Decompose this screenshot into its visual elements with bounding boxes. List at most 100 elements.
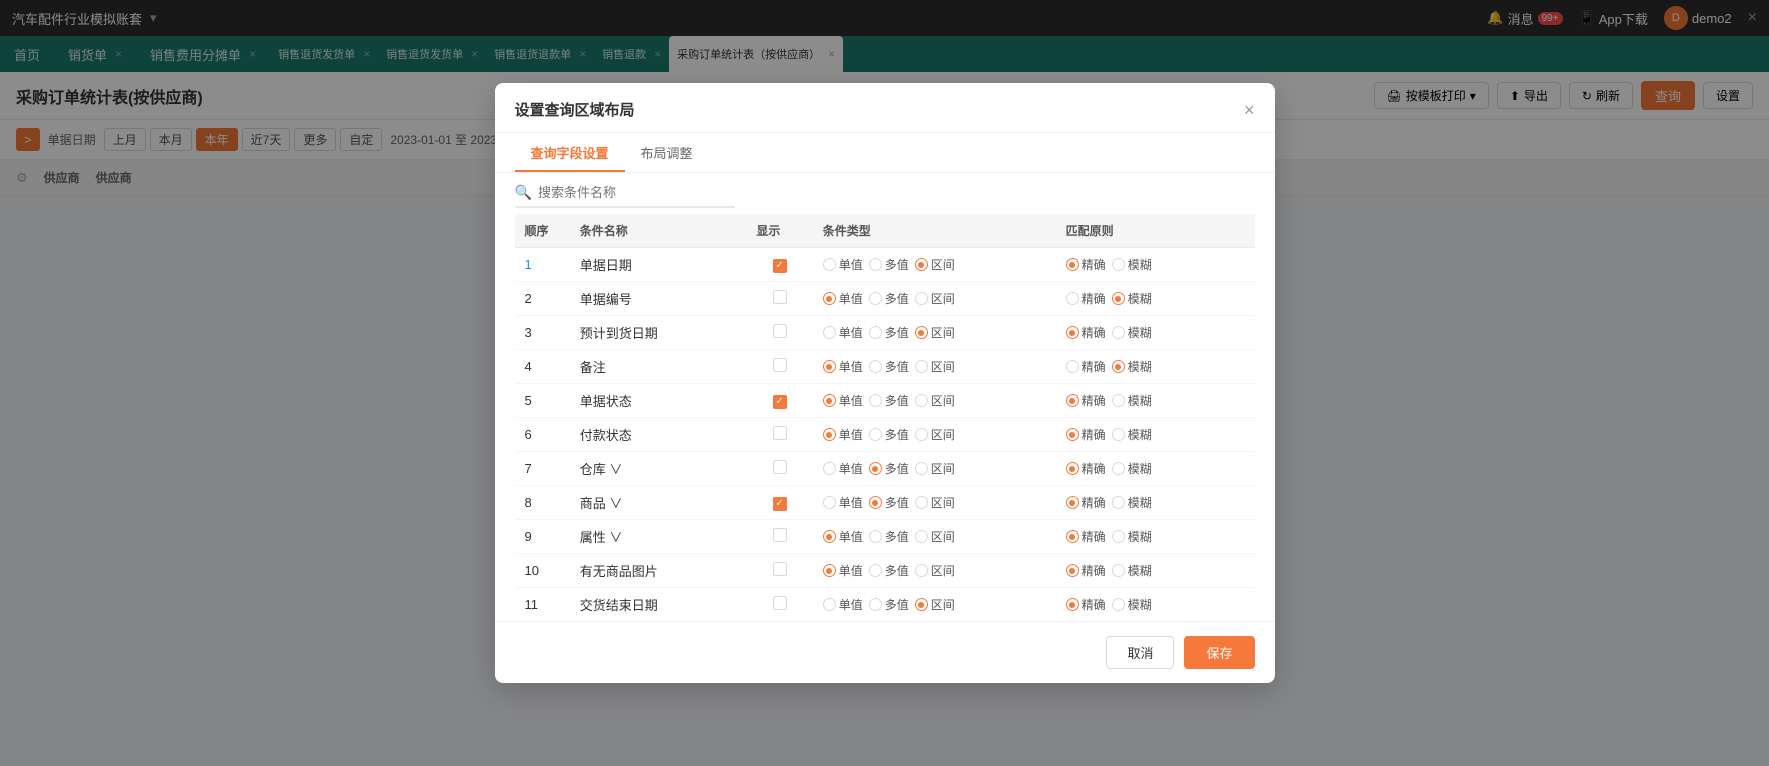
radio-indicator	[1066, 462, 1079, 475]
type-radio-多值-9[interactable]: 多值	[869, 528, 909, 545]
type-radio-区间-4[interactable]: 区间	[915, 358, 955, 375]
type-radio-单值-1[interactable]: 单值	[823, 256, 863, 273]
type-radio-区间-7[interactable]: 区间	[915, 460, 955, 477]
type-radio-多值-11[interactable]: 多值	[869, 596, 909, 613]
match-radio-精确-1[interactable]: 精确	[1066, 256, 1106, 273]
type-radio-区间-8[interactable]: 区间	[915, 494, 955, 511]
match-radio-模糊-5[interactable]: 模糊	[1112, 392, 1152, 409]
checkbox-row-11[interactable]	[773, 596, 787, 610]
type-radio-区间-6[interactable]: 区间	[915, 426, 955, 443]
match-radio-模糊-2[interactable]: 模糊	[1112, 290, 1152, 307]
type-radio-区间-5[interactable]: 区间	[915, 392, 955, 409]
checkbox-row-1[interactable]	[773, 259, 787, 273]
type-radio-单值-9[interactable]: 单值	[823, 528, 863, 545]
dtab-field-settings[interactable]: 查询字段设置	[515, 133, 625, 172]
type-radio-单值-7[interactable]: 单值	[823, 460, 863, 477]
radio-indicator	[1112, 292, 1125, 305]
type-radio-单值-3[interactable]: 单值	[823, 324, 863, 341]
row-type-11: 单值多值区间	[813, 588, 1056, 622]
type-radio-单值-10[interactable]: 单值	[823, 562, 863, 579]
row-show-10[interactable]	[746, 554, 812, 588]
row-show-4[interactable]	[746, 350, 812, 384]
match-radio-模糊-4[interactable]: 模糊	[1112, 358, 1152, 375]
type-radio-区间-9[interactable]: 区间	[915, 528, 955, 545]
row-order-8: 8	[515, 486, 570, 520]
checkbox-row-6[interactable]	[773, 426, 787, 440]
match-radio-精确-9[interactable]: 精确	[1066, 528, 1106, 545]
radio-indicator	[869, 360, 882, 373]
row-show-1[interactable]	[746, 248, 812, 282]
row-show-6[interactable]	[746, 418, 812, 452]
type-radio-多值-8[interactable]: 多值	[869, 494, 909, 511]
search-input[interactable]	[532, 183, 735, 202]
checkbox-row-9[interactable]	[773, 528, 787, 542]
radio-indicator	[823, 496, 836, 509]
type-radio-区间-1[interactable]: 区间	[915, 256, 955, 273]
row-match-7: 精确模糊	[1056, 452, 1255, 486]
dtab-field-settings-label: 查询字段设置	[531, 146, 609, 161]
match-radio-模糊-7[interactable]: 模糊	[1112, 460, 1152, 477]
type-radio-单值-2[interactable]: 单值	[823, 290, 863, 307]
row-show-7[interactable]	[746, 452, 812, 486]
checkbox-row-3[interactable]	[773, 324, 787, 338]
type-radio-多值-6[interactable]: 多值	[869, 426, 909, 443]
match-radio-精确-11[interactable]: 精确	[1066, 596, 1106, 613]
checkbox-row-7[interactable]	[773, 460, 787, 474]
match-radio-模糊-3[interactable]: 模糊	[1112, 324, 1152, 341]
checkbox-row-4[interactable]	[773, 358, 787, 372]
radio-indicator	[1112, 462, 1125, 475]
match-radio-精确-10[interactable]: 精确	[1066, 562, 1106, 579]
row-type-7: 单值多值区间	[813, 452, 1056, 486]
save-button[interactable]: 保存	[1184, 636, 1254, 669]
type-radio-单值-5[interactable]: 单值	[823, 392, 863, 409]
type-radio-区间-2[interactable]: 区间	[915, 290, 955, 307]
radio-indicator	[869, 394, 882, 407]
type-radio-多值-1[interactable]: 多值	[869, 256, 909, 273]
table-row: 7仓库 ∨单值多值区间精确模糊	[515, 452, 1255, 486]
type-radio-区间-10[interactable]: 区间	[915, 562, 955, 579]
match-radio-模糊-10[interactable]: 模糊	[1112, 562, 1152, 579]
checkbox-row-5[interactable]	[773, 395, 787, 409]
row-type-5: 单值多值区间	[813, 384, 1056, 418]
row-show-5[interactable]	[746, 384, 812, 418]
type-radio-单值-4[interactable]: 单值	[823, 358, 863, 375]
match-radio-精确-5[interactable]: 精确	[1066, 392, 1106, 409]
dialog-close-button[interactable]: ×	[1244, 101, 1255, 119]
type-radio-区间-11[interactable]: 区间	[915, 596, 955, 613]
match-radio-模糊-6[interactable]: 模糊	[1112, 426, 1152, 443]
table-row: 4备注单值多值区间精确模糊	[515, 350, 1255, 384]
match-radio-精确-8[interactable]: 精确	[1066, 494, 1106, 511]
match-radio-精确-4[interactable]: 精确	[1066, 358, 1106, 375]
dtab-layout-adjust[interactable]: 布局调整	[625, 133, 709, 172]
row-name-9: 属性 ∨	[570, 520, 747, 554]
checkbox-row-10[interactable]	[773, 562, 787, 576]
row-show-2[interactable]	[746, 282, 812, 316]
type-radio-多值-3[interactable]: 多值	[869, 324, 909, 341]
row-show-3[interactable]	[746, 316, 812, 350]
type-radio-多值-7[interactable]: 多值	[869, 460, 909, 477]
match-radio-模糊-9[interactable]: 模糊	[1112, 528, 1152, 545]
match-radio-模糊-11[interactable]: 模糊	[1112, 596, 1152, 613]
type-radio-单值-8[interactable]: 单值	[823, 494, 863, 511]
type-radio-单值-6[interactable]: 单值	[823, 426, 863, 443]
match-radio-模糊-8[interactable]: 模糊	[1112, 494, 1152, 511]
match-radio-模糊-1[interactable]: 模糊	[1112, 256, 1152, 273]
radio-indicator	[1066, 292, 1079, 305]
type-radio-多值-10[interactable]: 多值	[869, 562, 909, 579]
type-radio-区间-3[interactable]: 区间	[915, 324, 955, 341]
row-show-11[interactable]	[746, 588, 812, 622]
type-radio-单值-11[interactable]: 单值	[823, 596, 863, 613]
match-radio-精确-3[interactable]: 精确	[1066, 324, 1106, 341]
match-radio-精确-6[interactable]: 精确	[1066, 426, 1106, 443]
checkbox-row-2[interactable]	[773, 290, 787, 304]
match-radio-精确-2[interactable]: 精确	[1066, 290, 1106, 307]
checkbox-row-8[interactable]	[773, 497, 787, 511]
type-radio-多值-2[interactable]: 多值	[869, 290, 909, 307]
row-show-9[interactable]	[746, 520, 812, 554]
match-radio-精确-7[interactable]: 精确	[1066, 460, 1106, 477]
type-radio-多值-5[interactable]: 多值	[869, 392, 909, 409]
cancel-button[interactable]: 取消	[1106, 636, 1174, 669]
radio-indicator	[823, 462, 836, 475]
row-show-8[interactable]	[746, 486, 812, 520]
type-radio-多值-4[interactable]: 多值	[869, 358, 909, 375]
